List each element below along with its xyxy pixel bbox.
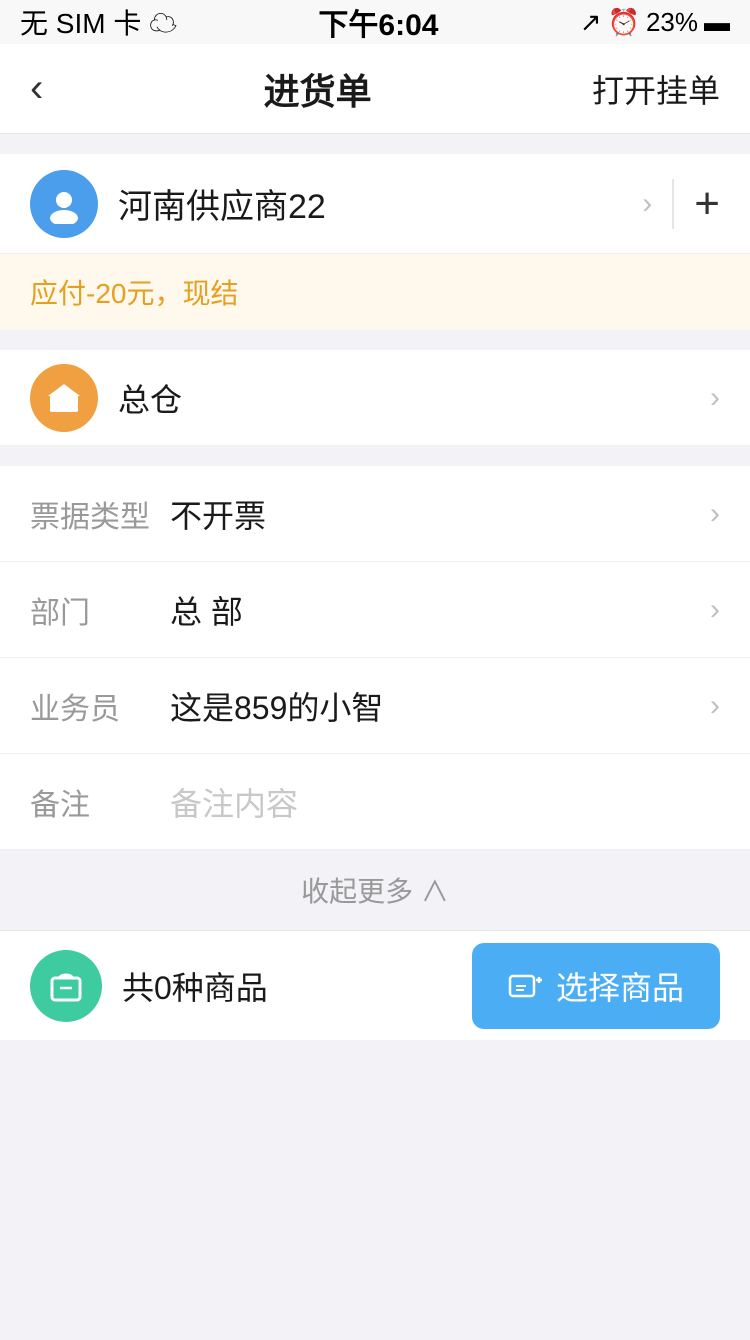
warehouse-section: 总仓 › <box>0 350 750 446</box>
invoice-chevron-icon: › <box>710 497 720 531</box>
battery-level: 23% <box>646 7 698 38</box>
battery-icon: ▬ <box>704 7 730 38</box>
footer-bar: 共0种商品 选择商品 <box>0 930 750 1040</box>
department-row[interactable]: 部门 总 部 › <box>0 562 750 658</box>
goods-icon-circle <box>30 950 102 1022</box>
salesperson-label: 业务员 <box>30 684 170 728</box>
salesperson-row[interactable]: 业务员 这是859的小智 › <box>0 658 750 754</box>
gap-2 <box>0 330 750 350</box>
salesperson-value: 这是859的小智 <box>170 683 710 729</box>
status-left: 无 SIM 卡 ☁ <box>20 2 177 42</box>
select-goods-button[interactable]: 选择商品 <box>472 943 720 1029</box>
supplier-row[interactable]: 河南供应商22 › + <box>0 154 750 254</box>
supplier-name: 河南供应商22 <box>118 179 642 228</box>
invoice-type-row[interactable]: 票据类型 不开票 › <box>0 466 750 562</box>
nav-bar: ‹ 进货单 打开挂单 <box>0 44 750 134</box>
department-value: 总 部 <box>170 587 710 633</box>
invoice-type-value: 不开票 <box>170 491 710 537</box>
warehouse-icon-circle <box>30 364 98 432</box>
collapse-label: 收起更多 ∧ <box>301 870 449 910</box>
add-supplier-button[interactable]: + <box>694 179 720 229</box>
supplier-avatar <box>30 170 98 238</box>
back-button[interactable]: ‹ <box>30 66 43 111</box>
status-time: 下午6:04 <box>318 0 438 44</box>
supplier-section: 河南供应商22 › + 应付-20元，现结 <box>0 154 750 330</box>
footer-left: 共0种商品 <box>30 950 268 1022</box>
invoice-type-label: 票据类型 <box>30 492 170 536</box>
gap-3 <box>0 446 750 466</box>
status-bar: 无 SIM 卡 ☁ 下午6:04 ↗ ⏰ 23% ▬ <box>0 0 750 44</box>
alarm-icon: ⏰ <box>608 7 640 38</box>
notice-banner: 应付-20元，现结 <box>0 254 750 330</box>
page-title: 进货单 <box>264 63 372 115</box>
gap-1 <box>0 134 750 154</box>
remark-label: 备注 <box>30 780 170 824</box>
status-right: ↗ ⏰ 23% ▬ <box>580 7 730 38</box>
remark-value[interactable]: 备注内容 <box>170 779 720 825</box>
warehouse-row[interactable]: 总仓 › <box>0 350 750 446</box>
supplier-chevron-icon: › <box>642 187 652 221</box>
department-label: 部门 <box>30 588 170 632</box>
main-background <box>0 1040 750 1340</box>
open-pending-button[interactable]: 打开挂单 <box>592 66 720 112</box>
warehouse-name: 总仓 <box>118 375 710 421</box>
supplier-divider <box>672 179 674 229</box>
salesperson-chevron-icon: › <box>710 689 720 723</box>
location-icon: ↗ <box>580 7 602 38</box>
form-section: 票据类型 不开票 › 部门 总 部 › 业务员 这是859的小智 › 备注 备注… <box>0 466 750 850</box>
goods-count: 共0种商品 <box>122 963 268 1009</box>
warehouse-chevron-icon: › <box>710 381 720 415</box>
select-goods-label: 选择商品 <box>556 963 684 1009</box>
collapse-row[interactable]: 收起更多 ∧ <box>0 850 750 930</box>
notice-text: 应付-20元，现结 <box>30 278 238 309</box>
remark-row[interactable]: 备注 备注内容 <box>0 754 750 850</box>
department-chevron-icon: › <box>710 593 720 627</box>
sim-status: 无 SIM 卡 ☁ <box>20 2 177 42</box>
